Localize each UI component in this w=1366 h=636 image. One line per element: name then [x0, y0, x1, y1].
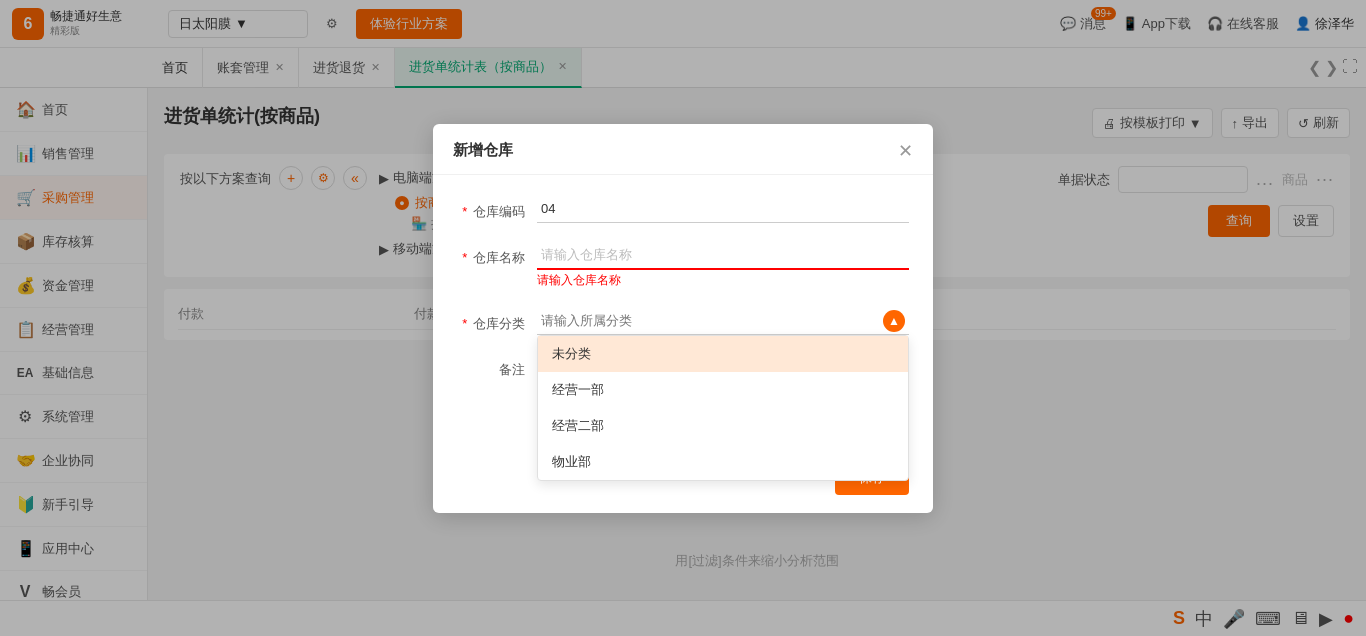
dropdown-item-0[interactable]: 未分类: [538, 336, 908, 372]
dialog-title: 新增仓库: [453, 141, 513, 160]
code-input[interactable]: [537, 195, 909, 223]
dialog-body: * 仓库编码 * 仓库名称 请输入仓库名称 *: [433, 175, 933, 451]
name-label: * 仓库名称: [457, 241, 537, 267]
code-label: * 仓库编码: [457, 195, 537, 221]
form-row-code: * 仓库编码: [457, 195, 909, 223]
dropdown-item-2[interactable]: 经营二部: [538, 408, 908, 444]
name-input[interactable]: [537, 241, 909, 270]
dropdown-item-1[interactable]: 经营一部: [538, 372, 908, 408]
category-select-wrapper: ▲ 未分类 经营一部 经营二部 物业部: [537, 307, 909, 335]
note-label: 备注: [457, 353, 537, 379]
category-input[interactable]: [537, 307, 909, 335]
dialog-header: 新增仓库 ✕: [433, 124, 933, 175]
overlay: 新增仓库 ✕ * 仓库编码 * 仓库名称 请输入仓库名称: [0, 0, 1366, 636]
form-row-name: * 仓库名称 请输入仓库名称: [457, 241, 909, 289]
category-dropdown: 未分类 经营一部 经营二部 物业部: [537, 335, 909, 481]
dropdown-item-3[interactable]: 物业部: [538, 444, 908, 480]
form-row-category: * 仓库分类 ▲ 未分类 经营一部 经营二部 物业部: [457, 307, 909, 335]
add-warehouse-dialog: 新增仓库 ✕ * 仓库编码 * 仓库名称 请输入仓库名称: [433, 124, 933, 513]
category-label: * 仓库分类: [457, 307, 537, 333]
dialog-close-button[interactable]: ✕: [898, 140, 913, 162]
name-error-msg: 请输入仓库名称: [537, 272, 909, 289]
category-up-icon[interactable]: ▲: [883, 310, 905, 332]
